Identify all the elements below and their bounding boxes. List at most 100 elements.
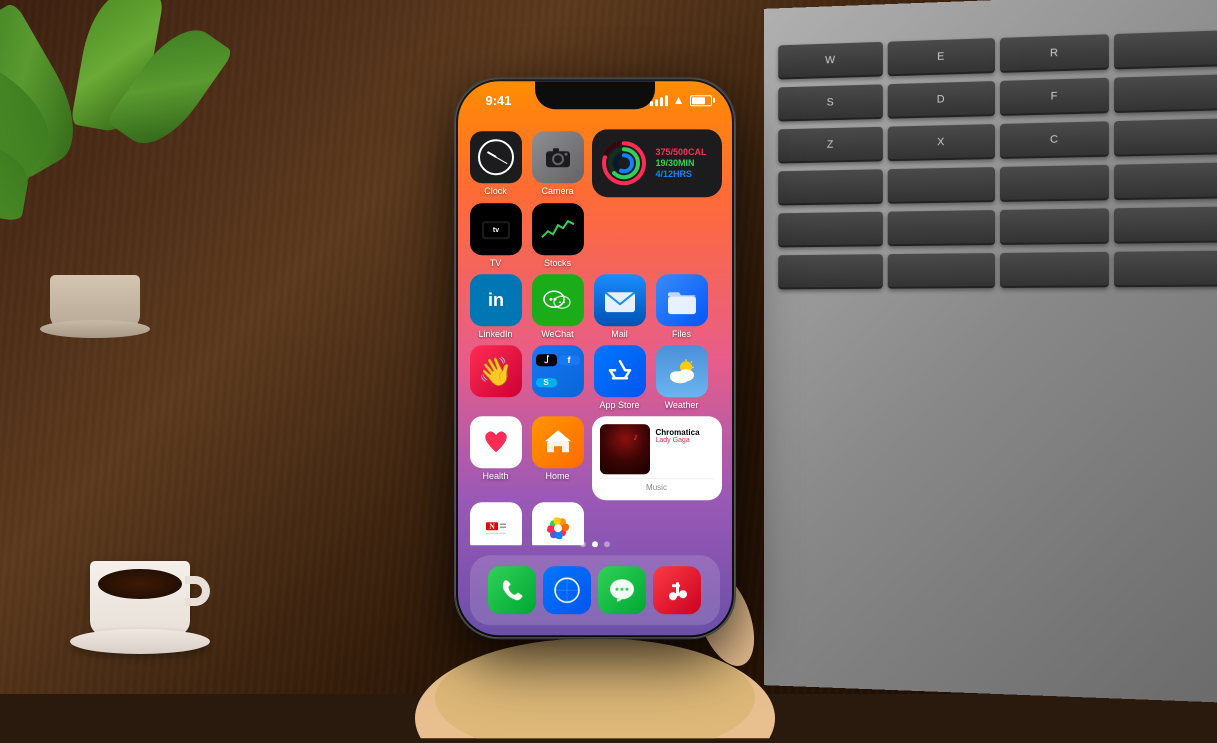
tiktok-svg [540, 354, 552, 366]
dot-1 [580, 541, 586, 547]
camera-icon-img [532, 131, 584, 183]
signal-bar-1 [650, 101, 653, 106]
files-icon-img [656, 274, 708, 326]
plant-saucer [40, 320, 150, 338]
news-icon-img: N [470, 502, 522, 545]
keyboard-row-4 [778, 162, 1217, 205]
wechat-svg [542, 287, 574, 313]
linkedin-label: LinkedIn [478, 329, 512, 339]
keyboard-row-5 [778, 207, 1217, 248]
coffee-saucer [70, 629, 210, 654]
health-icon-img [470, 416, 522, 468]
appstore-icon-img [594, 345, 646, 397]
app-stocks[interactable]: Stocks [530, 203, 586, 268]
music-divider [600, 478, 714, 479]
key-blank14 [999, 252, 1109, 288]
photos-svg [540, 510, 576, 545]
dock-music[interactable] [653, 566, 701, 614]
dock-safari[interactable] [543, 566, 591, 614]
app-files[interactable]: Files [654, 274, 710, 339]
keyboard-row-6 [778, 251, 1217, 290]
appstore-label: App Store [599, 400, 639, 410]
key-blank2 [1114, 74, 1217, 113]
app-linkedin[interactable]: in LinkedIn [468, 274, 524, 339]
music-album-title: Chromatica [656, 428, 700, 437]
app-camera[interactable]: Camera [530, 131, 586, 196]
app-clock[interactable]: Clock [468, 131, 524, 196]
app-home[interactable]: Home [530, 416, 586, 481]
health-svg [481, 428, 511, 456]
phone-icon [498, 576, 526, 604]
battery-tip [713, 98, 715, 103]
dot-3 [604, 541, 610, 547]
page-dots [580, 541, 610, 547]
battery-icon [690, 95, 712, 106]
mail-svg [603, 288, 637, 312]
app-wave[interactable]: 👋 [468, 345, 524, 410]
key-s: S [778, 84, 882, 121]
activity-text: 375/500CAL 19/30MIN 4/12HRS [656, 147, 707, 179]
camera-label: Camera [541, 186, 573, 196]
wechat-icon-img [532, 274, 584, 326]
key-blank11 [1114, 207, 1217, 244]
key-blank3 [1114, 118, 1217, 156]
key-blank6 [999, 165, 1109, 202]
key-blank8 [778, 212, 882, 248]
key-blank1 [1114, 30, 1217, 69]
signal-bars [650, 95, 668, 106]
dock-phone[interactable] [488, 566, 536, 614]
key-e: E [888, 38, 995, 76]
status-bar: 9:41 ▲ [458, 81, 732, 125]
home-svg [543, 428, 573, 456]
dot-2-active [592, 541, 598, 547]
wifi-icon: ▲ [673, 93, 685, 107]
app-mail[interactable]: Mail [592, 274, 648, 339]
app-tv[interactable]: tv TV [468, 203, 524, 268]
clock-label: Clock [484, 186, 507, 196]
music-note-icon: ♪ [633, 429, 645, 441]
facebook-mini: f [559, 355, 580, 365]
app-activity[interactable]: 375/500CAL 19/30MIN 4/12HRS [592, 129, 722, 197]
keyboard: W E R S D F Z X C [764, 0, 1217, 703]
music-widget-content: ♪ Chromatica Lady Gaga [600, 424, 714, 474]
key-blank9 [888, 210, 995, 246]
appstore-svg [605, 356, 635, 386]
key-d: D [888, 81, 995, 119]
app-appstore[interactable]: App Store [592, 345, 648, 410]
home-icon-img [532, 416, 584, 468]
app-health[interactable]: Health [468, 416, 524, 481]
music-artist: Lady Gaga [656, 437, 700, 444]
keyboard-row-1: W E R [778, 30, 1217, 79]
mail-label: Mail [611, 329, 628, 339]
skype-mini: S [536, 378, 557, 387]
app-photos[interactable]: Photos [530, 502, 586, 545]
signal-bar-3 [660, 97, 663, 106]
app-news[interactable]: N News [468, 502, 524, 545]
app-wechat[interactable]: WeChat [530, 274, 586, 339]
key-blank13 [888, 253, 995, 289]
files-svg [666, 286, 698, 314]
status-icons: ▲ [650, 93, 712, 107]
music-widget[interactable]: ♪ Chromatica Lady Gaga Music [592, 416, 722, 500]
app-social-folder[interactable]: f S [530, 345, 586, 410]
weather-svg [664, 357, 700, 385]
mail-icon-img [594, 274, 646, 326]
stocks-svg [540, 217, 576, 241]
key-blank7 [1114, 162, 1217, 200]
tv-icon-img: tv [470, 203, 522, 255]
plant-decoration [0, 0, 230, 360]
health-label: Health [482, 471, 508, 481]
app-weather[interactable]: Weather [654, 345, 710, 410]
wave-icon-img: 👋 [470, 345, 522, 397]
linkedin-svg: in [482, 286, 510, 314]
coffee-handle [185, 576, 210, 606]
phone-screen[interactable]: 9:41 ▲ [458, 81, 732, 635]
key-x: X [888, 124, 995, 161]
keyboard-surface: W E R S D F Z X C [764, 0, 1217, 703]
key-c: C [999, 121, 1109, 159]
dock-messages[interactable] [598, 566, 646, 614]
tiktok-mini [536, 354, 557, 366]
files-label: Files [672, 329, 691, 339]
clock-hour-hand [486, 151, 495, 157]
key-blank15 [1114, 251, 1217, 288]
